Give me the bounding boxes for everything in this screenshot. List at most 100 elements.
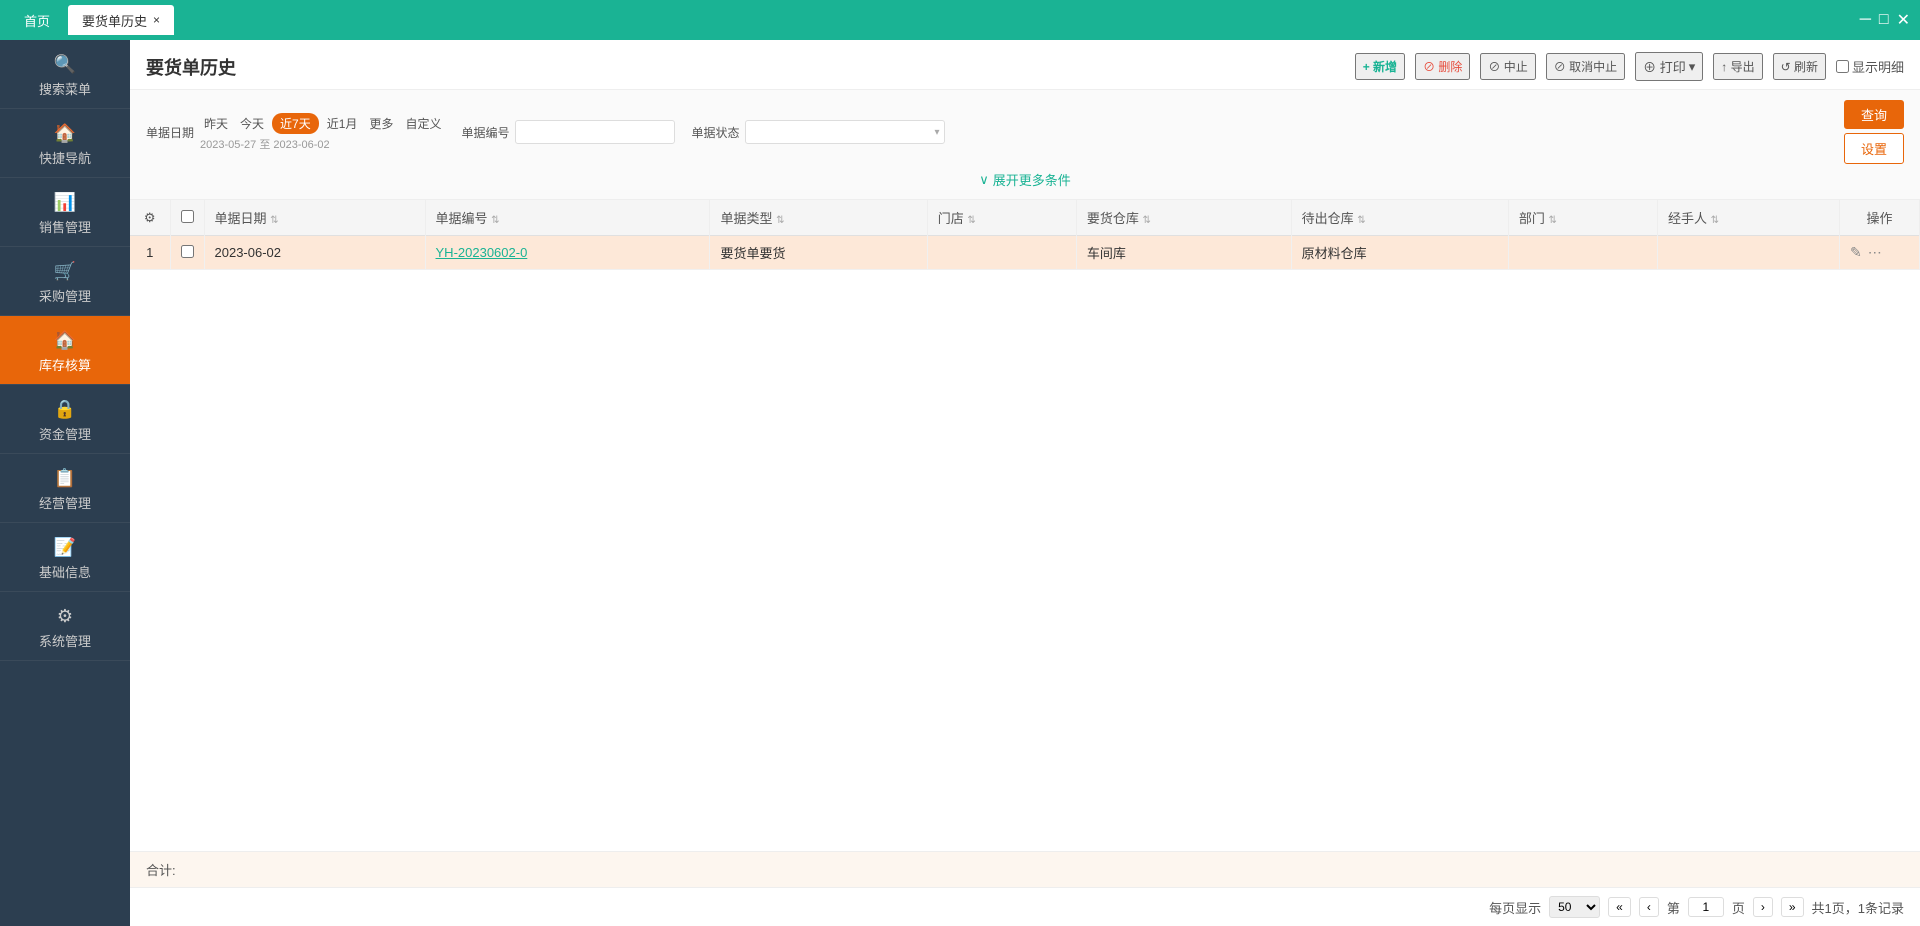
td-actions: ✎ ⋯: [1840, 236, 1920, 270]
basic-icon: 📝: [54, 537, 76, 558]
top-bar: 首页 要货单历史 × ─ □ ✕: [0, 0, 1920, 40]
status-filter-group: 单据状态: [691, 120, 945, 144]
sort-department-icon: ⇅: [1549, 215, 1557, 226]
status-select[interactable]: [745, 120, 945, 144]
edit-icon[interactable]: ✎: [1850, 244, 1862, 261]
print-button[interactable]: ⊕ 打印 ▾: [1635, 52, 1703, 81]
maximize-icon[interactable]: □: [1879, 11, 1889, 29]
select-all-checkbox[interactable]: [181, 210, 194, 223]
search-icon: 🔍: [54, 54, 76, 75]
sidebar-label-search: 搜索菜单: [39, 79, 91, 98]
sort-handler-icon: ⇅: [1711, 215, 1719, 226]
page-size-select[interactable]: 50 10 20 100: [1549, 896, 1600, 918]
footer-summary: 合计:: [130, 851, 1920, 887]
td-req-warehouse: 车间库: [1076, 236, 1291, 270]
page-number-input[interactable]: [1688, 897, 1724, 917]
sidebar-item-nav[interactable]: 🏠 快捷导航: [0, 109, 130, 178]
doc-number-link[interactable]: YH-20230602-0: [436, 245, 528, 260]
next-page-button[interactable]: ›: [1753, 897, 1773, 917]
show-detail-checkbox[interactable]: [1836, 60, 1849, 73]
date-filter-label: 单据日期: [146, 124, 194, 141]
sidebar-label-sales: 销售管理: [39, 217, 91, 236]
filter-row: 单据日期 昨天 今天 近7天 近1月 更多 自定义 2023-05-27 至 2…: [146, 100, 1904, 164]
sidebar-item-basic[interactable]: 📝 基础信息: [0, 523, 130, 592]
th-handler-label: 经手人: [1668, 211, 1707, 226]
sidebar-item-purchase[interactable]: 🛒 采购管理: [0, 247, 130, 316]
expand-chevron-icon: ∨: [979, 172, 989, 188]
sales-icon: 📊: [54, 192, 76, 213]
sidebar-item-sales[interactable]: 📊 销售管理: [0, 178, 130, 247]
query-button[interactable]: 查询: [1844, 100, 1904, 129]
operations-icon: 📋: [54, 468, 76, 489]
th-handler[interactable]: 经手人 ⇅: [1657, 200, 1839, 236]
home-icon: 🏠: [54, 123, 76, 144]
td-handler: [1657, 236, 1839, 270]
expand-label: 展开更多条件: [993, 170, 1071, 189]
refresh-button[interactable]: ↺ 刷新: [1773, 53, 1826, 80]
print-label: ⊕ 打印: [1643, 57, 1686, 76]
shortcut-more[interactable]: 更多: [365, 113, 397, 134]
th-settings[interactable]: ⚙: [130, 200, 170, 236]
page-last-label: 页: [1732, 898, 1745, 917]
sidebar-label-system: 系统管理: [39, 631, 91, 650]
th-req-warehouse[interactable]: 要货仓库 ⇅: [1076, 200, 1291, 236]
sidebar-item-inventory[interactable]: 🏠 库存核算: [0, 316, 130, 385]
tab-requisition-history[interactable]: 要货单历史 ×: [68, 5, 174, 35]
tab-requisition-label: 要货单历史: [82, 11, 147, 30]
doc-number-input[interactable]: [515, 120, 675, 144]
show-detail-checkbox-wrapper[interactable]: 显示明细: [1836, 57, 1904, 76]
th-number[interactable]: 单据编号 ⇅: [425, 200, 710, 236]
th-store[interactable]: 门店 ⇅: [927, 200, 1076, 236]
doc-number-filter-group: 单据编号: [461, 120, 675, 144]
sidebar-item-system[interactable]: ⚙ 系统管理: [0, 592, 130, 661]
shortcut-7days[interactable]: 近7天: [272, 113, 319, 134]
export-button[interactable]: ↑ 导出: [1713, 53, 1762, 80]
shortcut-1month[interactable]: 近1月: [323, 113, 362, 134]
shortcut-yesterday[interactable]: 昨天: [200, 113, 232, 134]
th-checkbox: [170, 200, 204, 236]
row-checkbox[interactable]: [181, 245, 194, 258]
date-range-text: 2023-05-27 至 2023-06-02: [200, 136, 445, 152]
th-type[interactable]: 单据类型 ⇅: [710, 200, 927, 236]
th-date[interactable]: 单据日期 ⇅: [204, 200, 425, 236]
th-store-label: 门店: [938, 211, 964, 226]
table-body: 1 2023-06-02 YH-20230602-0 要货单要货 车间库 原材料…: [130, 236, 1920, 270]
th-department[interactable]: 部门 ⇅: [1508, 200, 1657, 236]
sidebar-label-operations: 经营管理: [39, 493, 91, 512]
expand-more[interactable]: ∨ 展开更多条件: [146, 170, 1904, 189]
tab-home[interactable]: 首页: [10, 5, 64, 35]
toolbar: + 新增 ⊘ 删除 ⊘ 中止 ⊘ 取消中止 ⊕ 打印 ▾ ↑ 导出 ↺ 刷新 显…: [1355, 52, 1904, 81]
sort-type-icon: ⇅: [776, 215, 784, 226]
window-close-icon[interactable]: ✕: [1897, 10, 1910, 30]
sidebar-label-inventory: 库存核算: [39, 355, 91, 374]
sidebar-item-search[interactable]: 🔍 搜索菜单: [0, 40, 130, 109]
settings-button[interactable]: 设置: [1844, 133, 1904, 164]
sidebar-label-basic: 基础信息: [39, 562, 91, 581]
th-pending-warehouse-label: 待出仓库: [1302, 211, 1354, 226]
table-row: 1 2023-06-02 YH-20230602-0 要货单要货 车间库 原材料…: [130, 236, 1920, 270]
prev-page-button[interactable]: ‹: [1639, 897, 1659, 917]
shortcut-custom[interactable]: 自定义: [401, 113, 445, 134]
sidebar-item-finance[interactable]: 🔒 资金管理: [0, 385, 130, 454]
td-checkbox: [170, 236, 204, 270]
summary-label: 合计:: [146, 863, 176, 878]
th-department-label: 部门: [1519, 211, 1545, 226]
th-pending-warehouse[interactable]: 待出仓库 ⇅: [1291, 200, 1508, 236]
shortcut-today[interactable]: 今天: [236, 113, 268, 134]
th-type-label: 单据类型: [720, 211, 772, 226]
new-button[interactable]: + 新增: [1355, 53, 1405, 80]
window-controls: ─ □ ✕: [1860, 10, 1910, 30]
close-tab-icon[interactable]: ×: [153, 13, 160, 27]
more-icon[interactable]: ⋯: [1868, 244, 1882, 261]
table-head: ⚙ 单据日期 ⇅ 单据编号 ⇅ 单据类型: [130, 200, 1920, 236]
last-page-button[interactable]: »: [1781, 897, 1804, 917]
finance-icon: 🔒: [54, 399, 76, 420]
delete-button[interactable]: ⊘ 删除: [1415, 53, 1470, 80]
sidebar-item-operations[interactable]: 📋 经营管理: [0, 454, 130, 523]
first-page-button[interactable]: «: [1608, 897, 1631, 917]
cancel-stop-button[interactable]: ⊘ 取消中止: [1546, 53, 1625, 80]
stop-button[interactable]: ⊘ 中止: [1480, 53, 1535, 80]
minimize-icon[interactable]: ─: [1860, 11, 1871, 29]
th-actions-label: 操作: [1866, 211, 1892, 226]
sidebar-label-finance: 资金管理: [39, 424, 91, 443]
